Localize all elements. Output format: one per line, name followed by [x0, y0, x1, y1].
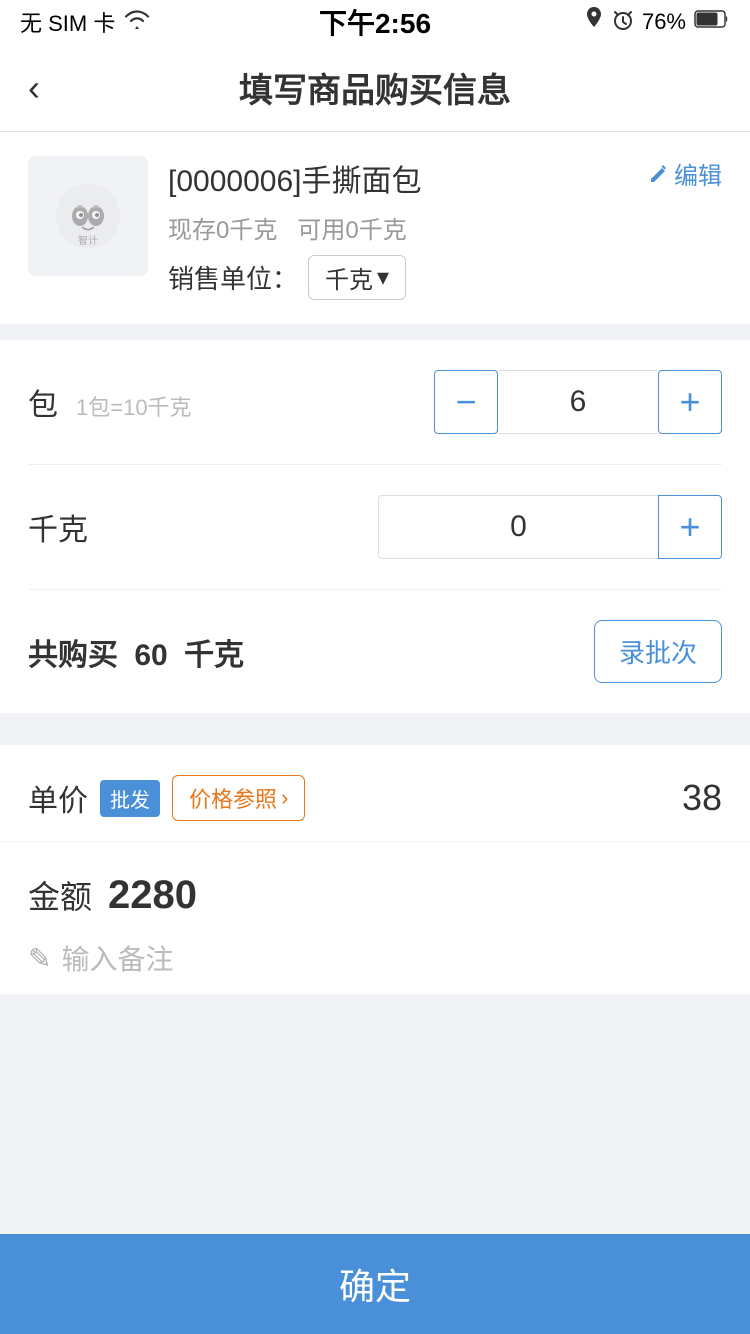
page-title: 填写商品购买信息 [239, 63, 511, 112]
nav-bar: ‹ 填写商品购买信息 [0, 44, 750, 132]
quantity-bao-row: 包 1包=10千克 − + [28, 340, 722, 465]
carrier-text: 无 SIM 卡 [20, 6, 115, 38]
dropdown-icon: ▾ [377, 263, 389, 292]
alarm-icon [612, 7, 634, 37]
kg-input[interactable] [378, 495, 658, 559]
remark-row[interactable]: ✎ 输入备注 [28, 938, 722, 978]
bao-input[interactable] [498, 370, 658, 434]
section-divider [0, 729, 750, 745]
bao-hint: 1包=10千克 [76, 390, 192, 422]
kg-label: 千克 [28, 505, 88, 549]
amount-row: 金额 2280 [28, 872, 722, 918]
amount-label: 金额 [28, 872, 92, 918]
status-bar-time: 下午2:56 [319, 2, 431, 42]
kg-controls: + [378, 495, 722, 559]
product-stock: 现存0千克 可用0千克 [168, 210, 722, 245]
price-label: 单价 [28, 776, 88, 820]
batch-button[interactable]: 录批次 [594, 620, 722, 683]
bao-minus-button[interactable]: − [434, 370, 498, 434]
battery-icon [694, 9, 730, 35]
amount-value: 2280 [108, 873, 197, 918]
bao-label: 包 [28, 380, 58, 424]
bao-plus-button[interactable]: + [658, 370, 722, 434]
price-ref-button[interactable]: 价格参照 › [172, 775, 305, 821]
content-spacer [0, 994, 750, 1234]
wifi-icon [123, 8, 151, 36]
price-value: 38 [682, 777, 722, 819]
remark-input[interactable]: 输入备注 [61, 938, 173, 978]
product-unit-row: 销售单位： 千克 ▾ [168, 255, 722, 300]
product-section: 智计 [0000006]手撕面包 现存0千克 可用0千克 销售单位： 千克 ▾ … [0, 132, 750, 324]
product-info: [0000006]手撕面包 现存0千克 可用0千克 销售单位： 千克 ▾ [168, 156, 722, 300]
total-text: 共购买 60 千克 [28, 630, 244, 674]
back-button[interactable]: ‹ [28, 67, 40, 109]
status-bar: 无 SIM 卡 下午2:56 76% [0, 0, 750, 44]
kg-plus-button[interactable]: + [658, 495, 722, 559]
total-section: 共购买 60 千克 录批次 [0, 590, 750, 713]
confirm-button[interactable]: 确定 [0, 1234, 750, 1334]
quantity-section: 包 1包=10千克 − + 千克 + [0, 340, 750, 590]
battery-percent: 76% [642, 9, 686, 35]
bao-controls: − + [434, 370, 722, 434]
svg-text:智计: 智计 [78, 234, 98, 247]
quantity-kg-row: 千克 + [28, 465, 722, 590]
unit-select[interactable]: 千克 ▾ [308, 255, 406, 300]
product-name: [0000006]手撕面包 [168, 156, 722, 200]
product-image: 智计 [28, 156, 148, 276]
status-bar-right: 76% [584, 7, 730, 37]
price-row: 单价 批发 价格参照 › 38 [28, 775, 722, 821]
amount-section: 金额 2280 ✎ 输入备注 [0, 841, 750, 994]
location-icon [584, 7, 604, 37]
pifa-badge: 批发 [100, 780, 160, 817]
price-label-group: 单价 批发 价格参照 › [28, 775, 305, 821]
status-bar-left: 无 SIM 卡 [20, 6, 151, 38]
edit-button[interactable]: 编辑 [648, 156, 722, 191]
price-section: 单价 批发 价格参照 › 38 [0, 745, 750, 841]
remark-icon: ✎ [28, 942, 51, 975]
